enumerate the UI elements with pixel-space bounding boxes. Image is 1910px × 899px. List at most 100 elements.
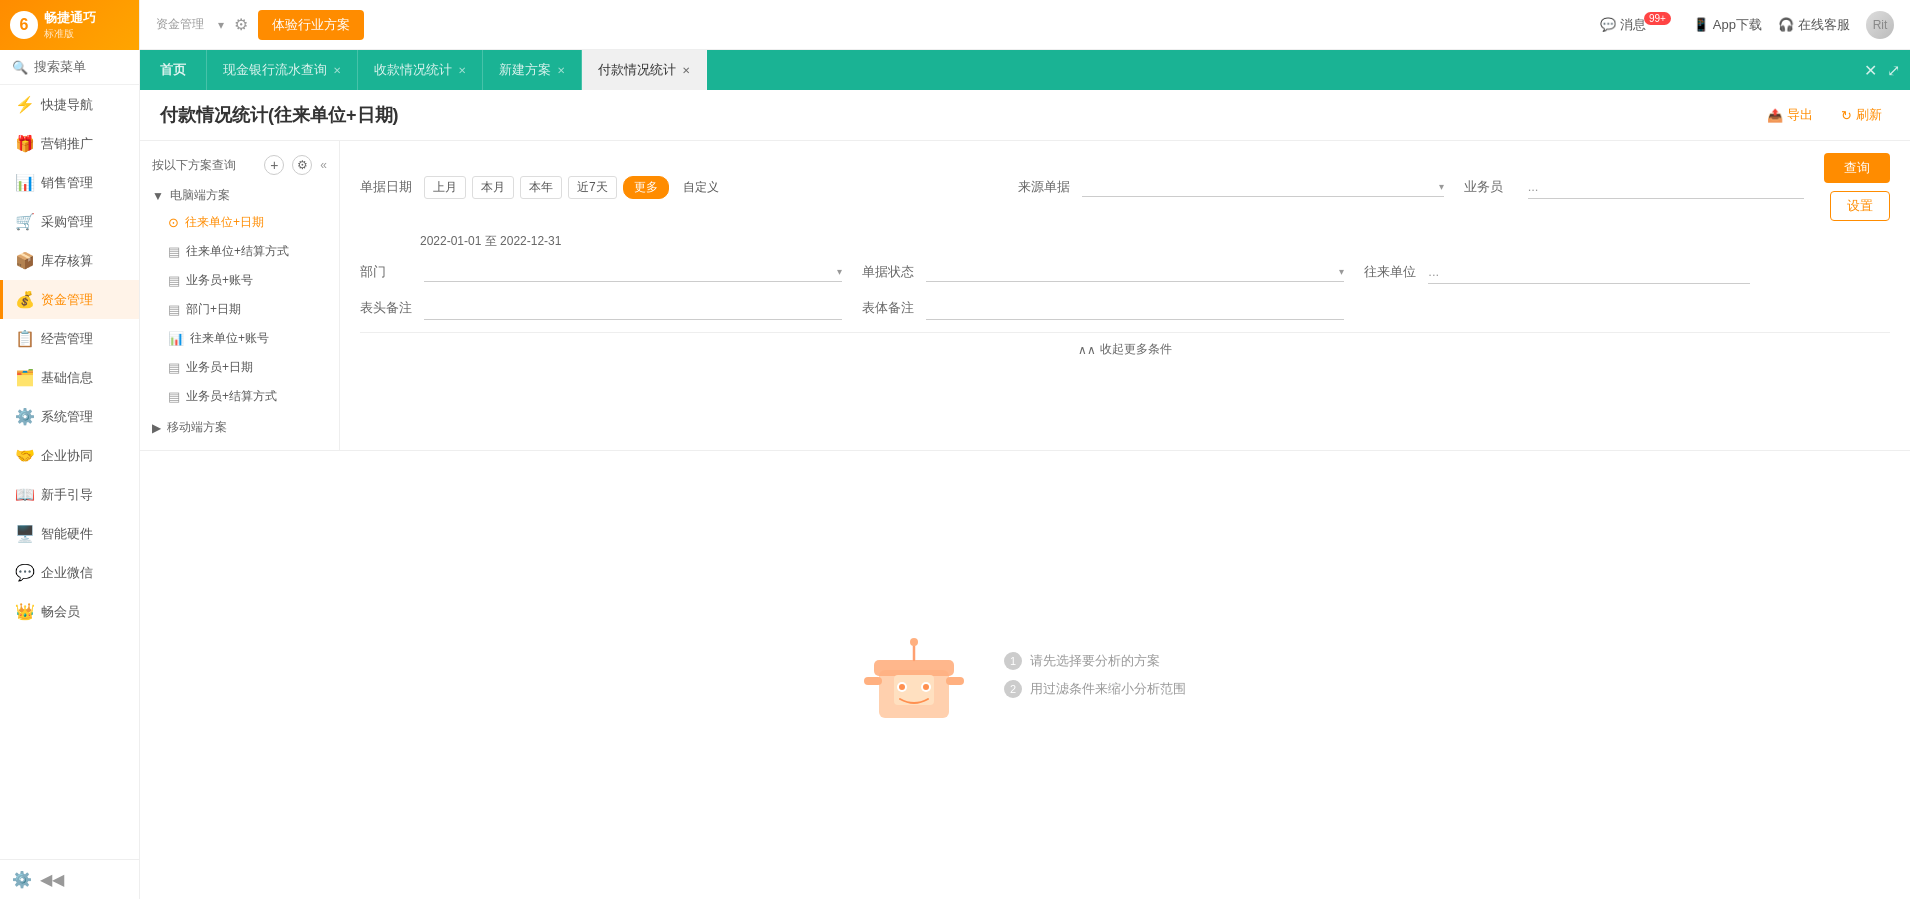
collapse-chevron-up-icon: ∧∧ — [1078, 343, 1096, 357]
tab-pay-stat[interactable]: 付款情况统计 ✕ — [582, 50, 707, 90]
scheme-add-btn[interactable]: + — [264, 155, 284, 175]
tab-pay-stat-close[interactable]: ✕ — [682, 65, 690, 76]
partner-select[interactable]: ... — [1428, 260, 1750, 284]
scheme-header: 按以下方案查询 + ⚙ « — [140, 151, 339, 179]
empty-hint-2-text: 用过滤条件来缩小分析范围 — [1030, 680, 1186, 698]
svg-point-6 — [923, 684, 929, 690]
doc-status-field: 单据状态 ▾ — [862, 262, 1344, 282]
dept-arrow-icon: ▾ — [837, 266, 842, 277]
header-note-input[interactable] — [424, 296, 842, 320]
sidebar-item-sales[interactable]: 📊 销售管理 — [0, 163, 139, 202]
scheme-mobile-group-header[interactable]: ▶ 移动端方案 — [140, 415, 339, 440]
sidebar-item-hardware[interactable]: 🖥️ 智能硬件 — [0, 514, 139, 553]
scheme-item-staff-settle[interactable]: ▤ 业务员+结算方式 — [140, 382, 339, 411]
staff-placeholder: ... — [1528, 179, 1804, 194]
online-service-btn[interactable]: 🎧 在线客服 — [1778, 16, 1850, 34]
search-icon: 🔍 — [12, 60, 28, 75]
tab-receive-stat-label: 收款情况统计 — [374, 61, 452, 79]
sidebar-item-label: 畅会员 — [41, 603, 80, 621]
scheme-desktop-group-header[interactable]: ▼ 电脑端方案 — [140, 183, 339, 208]
user-avatar[interactable]: Rit — [1866, 11, 1894, 39]
sidebar-item-fund[interactable]: 💰 资金管理 — [0, 280, 139, 319]
tab-expand-icon[interactable]: ⤢ — [1887, 61, 1900, 80]
scheme-item-unit-account[interactable]: 📊 往来单位+账号 — [140, 324, 339, 353]
doc-status-select[interactable]: ▾ — [926, 262, 1344, 282]
tab-bank-flow-close[interactable]: ✕ — [333, 65, 341, 76]
tab-home[interactable]: 首页 — [140, 50, 207, 90]
scheme-item-staff-date[interactable]: ▤ 业务员+日期 — [140, 353, 339, 382]
logo-icon: 6 — [10, 11, 38, 39]
tab-receive-stat-close[interactable]: ✕ — [458, 65, 466, 76]
scheme-mobile-arrow-icon: ▶ — [152, 421, 161, 435]
scheme-item-unit-date[interactable]: ⊙ 往来单位+日期 — [140, 208, 339, 237]
source-doc-select[interactable]: ▾ — [1082, 177, 1443, 197]
sidebar-item-enterprise[interactable]: 🤝 企业协同 — [0, 436, 139, 475]
date-custom-btn[interactable]: 自定义 — [675, 177, 727, 198]
sidebar-item-guide[interactable]: 📖 新手引导 — [0, 475, 139, 514]
sidebar-item-label: 智能硬件 — [41, 525, 93, 543]
refresh-btn[interactable]: ↻ 刷新 — [1833, 102, 1890, 128]
collapse-sidebar-icon[interactable]: ◀◀ — [40, 870, 64, 889]
refresh-icon: ↻ — [1841, 108, 1852, 123]
sidebar-item-label: 基础信息 — [41, 369, 93, 387]
sidebar-item-system[interactable]: ⚙️ 系统管理 — [0, 397, 139, 436]
logo-name: 畅捷通巧 — [44, 9, 96, 27]
form-row-3: 表头备注 表体备注 — [360, 296, 1890, 320]
sidebar-item-quick-nav[interactable]: ⚡ 快捷导航 — [0, 85, 139, 124]
scheme-item-dept-date[interactable]: ▤ 部门+日期 — [140, 295, 339, 324]
operation-icon: 📋 — [15, 329, 33, 348]
tabbar-actions: ✕ ⤢ — [1854, 50, 1910, 90]
settings-bottom-icon[interactable]: ⚙️ — [12, 870, 32, 889]
svg-point-5 — [899, 684, 905, 690]
date-last-month-btn[interactable]: 上月 — [424, 176, 466, 199]
topbar-settings-icon[interactable]: ⚙ — [234, 15, 248, 34]
message-btn[interactable]: 💬 消息99+ — [1600, 16, 1677, 34]
sidebar-item-inventory[interactable]: 📦 库存核算 — [0, 241, 139, 280]
sidebar-item-wechat[interactable]: 💬 企业微信 — [0, 553, 139, 592]
topbar-dropdown-icon[interactable]: ▾ — [218, 18, 224, 32]
scheme-item-dept-date-icon: ▤ — [168, 302, 180, 317]
tabbar: 首页 现金银行流水查询 ✕ 收款情况统计 ✕ 新建方案 ✕ 付款情况统计 ✕ ✕… — [140, 50, 1910, 90]
body-note-input[interactable] — [926, 296, 1344, 320]
quick-nav-icon: ⚡ — [15, 95, 33, 114]
empty-hints: 1 请先选择要分析的方案 2 用过滤条件来缩小分析范围 — [1004, 652, 1186, 698]
scheme-collapse-btn[interactable]: « — [320, 158, 327, 172]
hardware-icon: 🖥️ — [15, 524, 33, 543]
query-btn[interactable]: 查询 — [1824, 153, 1890, 183]
search-menu[interactable]: 🔍 搜索菜单 — [0, 50, 139, 85]
staff-select[interactable]: ... — [1528, 175, 1804, 199]
tab-new-scheme-close[interactable]: ✕ — [557, 65, 565, 76]
form-settings-btn[interactable]: 设置 — [1830, 191, 1890, 221]
tab-new-scheme[interactable]: 新建方案 ✕ — [483, 50, 582, 90]
date-last-7-days-btn[interactable]: 近7天 — [568, 176, 617, 199]
sidebar-item-operation[interactable]: 📋 经营管理 — [0, 319, 139, 358]
svg-rect-10 — [946, 677, 964, 685]
date-this-month-btn[interactable]: 本月 — [472, 176, 514, 199]
export-btn[interactable]: 📤 导出 — [1759, 102, 1821, 128]
scheme-item-unit-settle-label: 往来单位+结算方式 — [186, 243, 289, 260]
tab-bank-flow[interactable]: 现金银行流水查询 ✕ — [207, 50, 358, 90]
tab-close-all-icon[interactable]: ✕ — [1864, 61, 1877, 80]
sidebar-item-purchase[interactable]: 🛒 采购管理 — [0, 202, 139, 241]
dept-select[interactable]: ▾ — [424, 262, 842, 282]
scheme-settings-btn[interactable]: ⚙ — [292, 155, 312, 175]
app-download-btn[interactable]: 📱 App下载 — [1693, 16, 1762, 34]
tab-receive-stat[interactable]: 收款情况统计 ✕ — [358, 50, 483, 90]
trial-btn[interactable]: 体验行业方案 — [258, 10, 364, 40]
collapse-more-btn[interactable]: ∧∧ 收起更多条件 — [360, 332, 1890, 366]
scheme-mobile-group-label: 移动端方案 — [167, 419, 227, 436]
partner-field: 往来单位 ... — [1364, 260, 1750, 284]
hint-num-1: 1 — [1004, 652, 1022, 670]
scheme-item-staff-date-icon: ▤ — [168, 360, 180, 375]
sidebar-item-member[interactable]: 👑 畅会员 — [0, 592, 139, 631]
scheme-item-unit-settle[interactable]: ▤ 往来单位+结算方式 — [140, 237, 339, 266]
partner-placeholder: ... — [1428, 264, 1750, 279]
purchase-icon: 🛒 — [15, 212, 33, 231]
sidebar-item-marketing[interactable]: 🎁 营销推广 — [0, 124, 139, 163]
date-more-btn[interactable]: 更多 — [623, 176, 669, 199]
search-menu-label: 搜索菜单 — [34, 58, 86, 76]
sidebar-item-basic[interactable]: 🗂️ 基础信息 — [0, 358, 139, 397]
sidebar-bottom: ⚙️ ◀◀ — [0, 859, 139, 899]
scheme-item-staff-account[interactable]: ▤ 业务员+账号 — [140, 266, 339, 295]
date-this-year-btn[interactable]: 本年 — [520, 176, 562, 199]
